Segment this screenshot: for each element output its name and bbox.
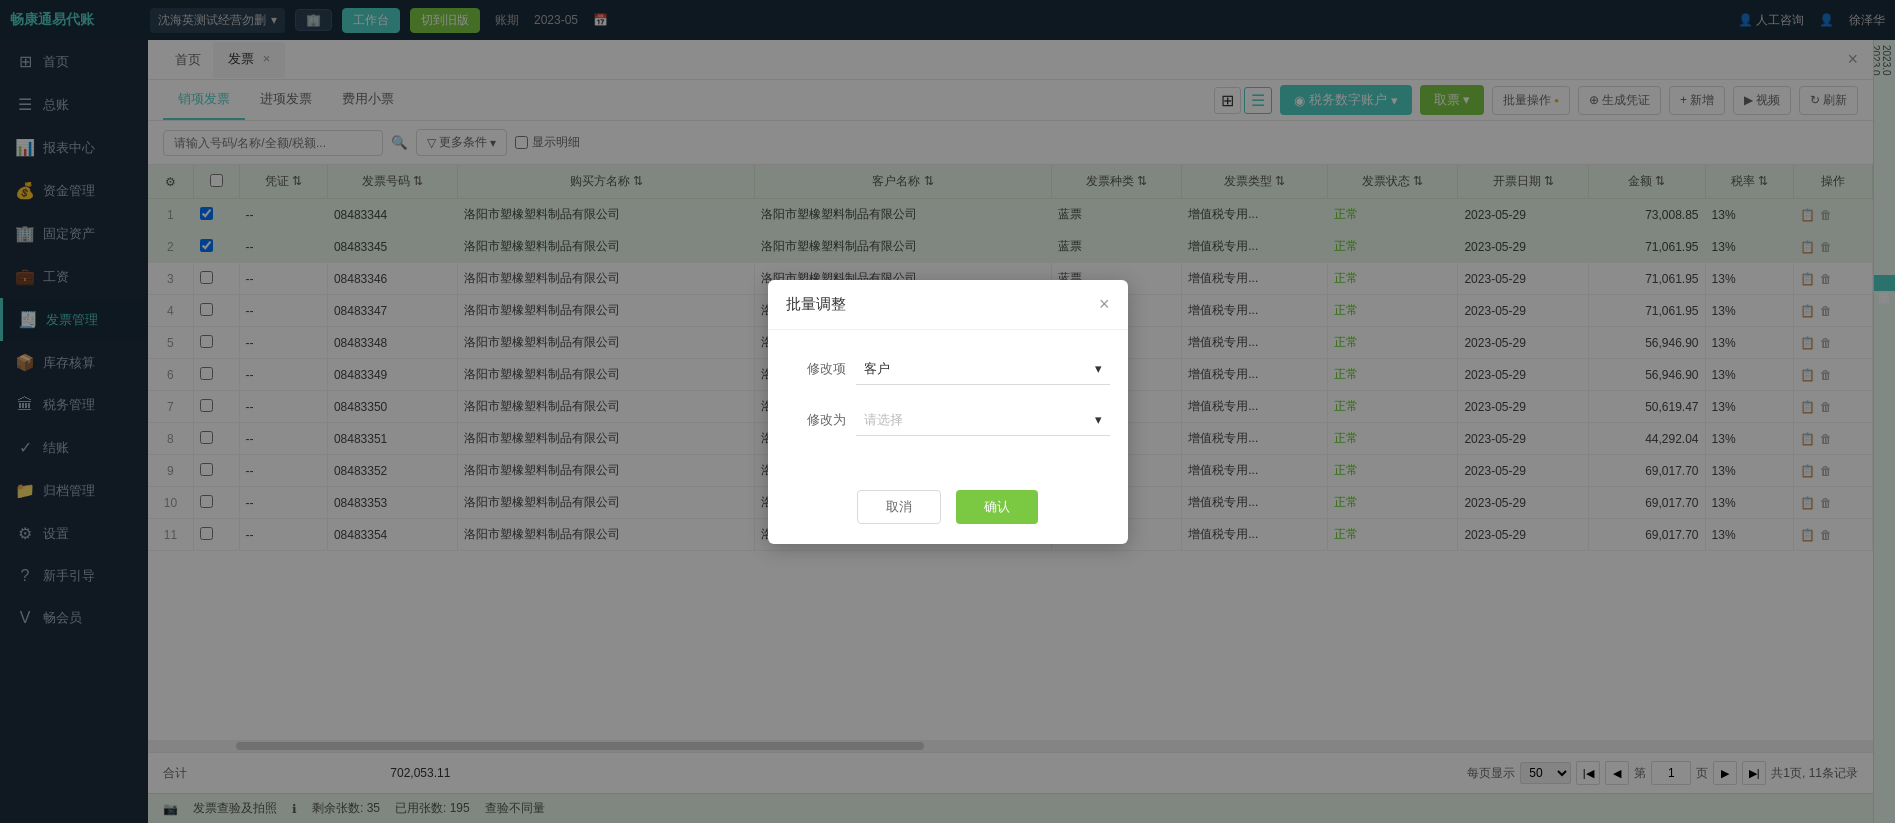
modify-value-chevron-icon: ▾ <box>1095 412 1102 427</box>
modify-field-select[interactable]: 客户 ▾ <box>856 354 1110 385</box>
confirm-btn[interactable]: 确认 <box>956 490 1038 524</box>
modal-body: 修改项 客户 ▾ 修改为 请选择 ▾ <box>768 330 1128 480</box>
modify-value-label: 修改为 <box>786 411 846 429</box>
modal-overlay: 批量调整 × 修改项 客户 ▾ 修改为 请选择 ▾ <box>0 0 1895 823</box>
cancel-btn[interactable]: 取消 <box>857 490 941 524</box>
modify-field-label: 修改项 <box>786 360 846 378</box>
modify-field-chevron-icon: ▾ <box>1095 361 1102 376</box>
modal-footer: 取消 确认 <box>768 480 1128 544</box>
app-container: 畅康通易代账 沈海英测试经营勿删 ▾ 🏢 工作台 切到旧版 账期 2023-05… <box>0 0 1895 823</box>
modify-field-value: 客户 <box>864 360 890 378</box>
modify-field-row: 修改项 客户 ▾ <box>786 354 1110 385</box>
modify-value-select[interactable]: 请选择 ▾ <box>856 405 1110 436</box>
modify-value-row: 修改为 请选择 ▾ <box>786 405 1110 436</box>
modal-close-btn[interactable]: × <box>1099 294 1110 315</box>
modify-value-placeholder: 请选择 <box>864 411 903 429</box>
modal-title: 批量调整 <box>786 295 846 314</box>
batch-adjust-modal: 批量调整 × 修改项 客户 ▾ 修改为 请选择 ▾ <box>768 280 1128 544</box>
modal-header: 批量调整 × <box>768 280 1128 330</box>
